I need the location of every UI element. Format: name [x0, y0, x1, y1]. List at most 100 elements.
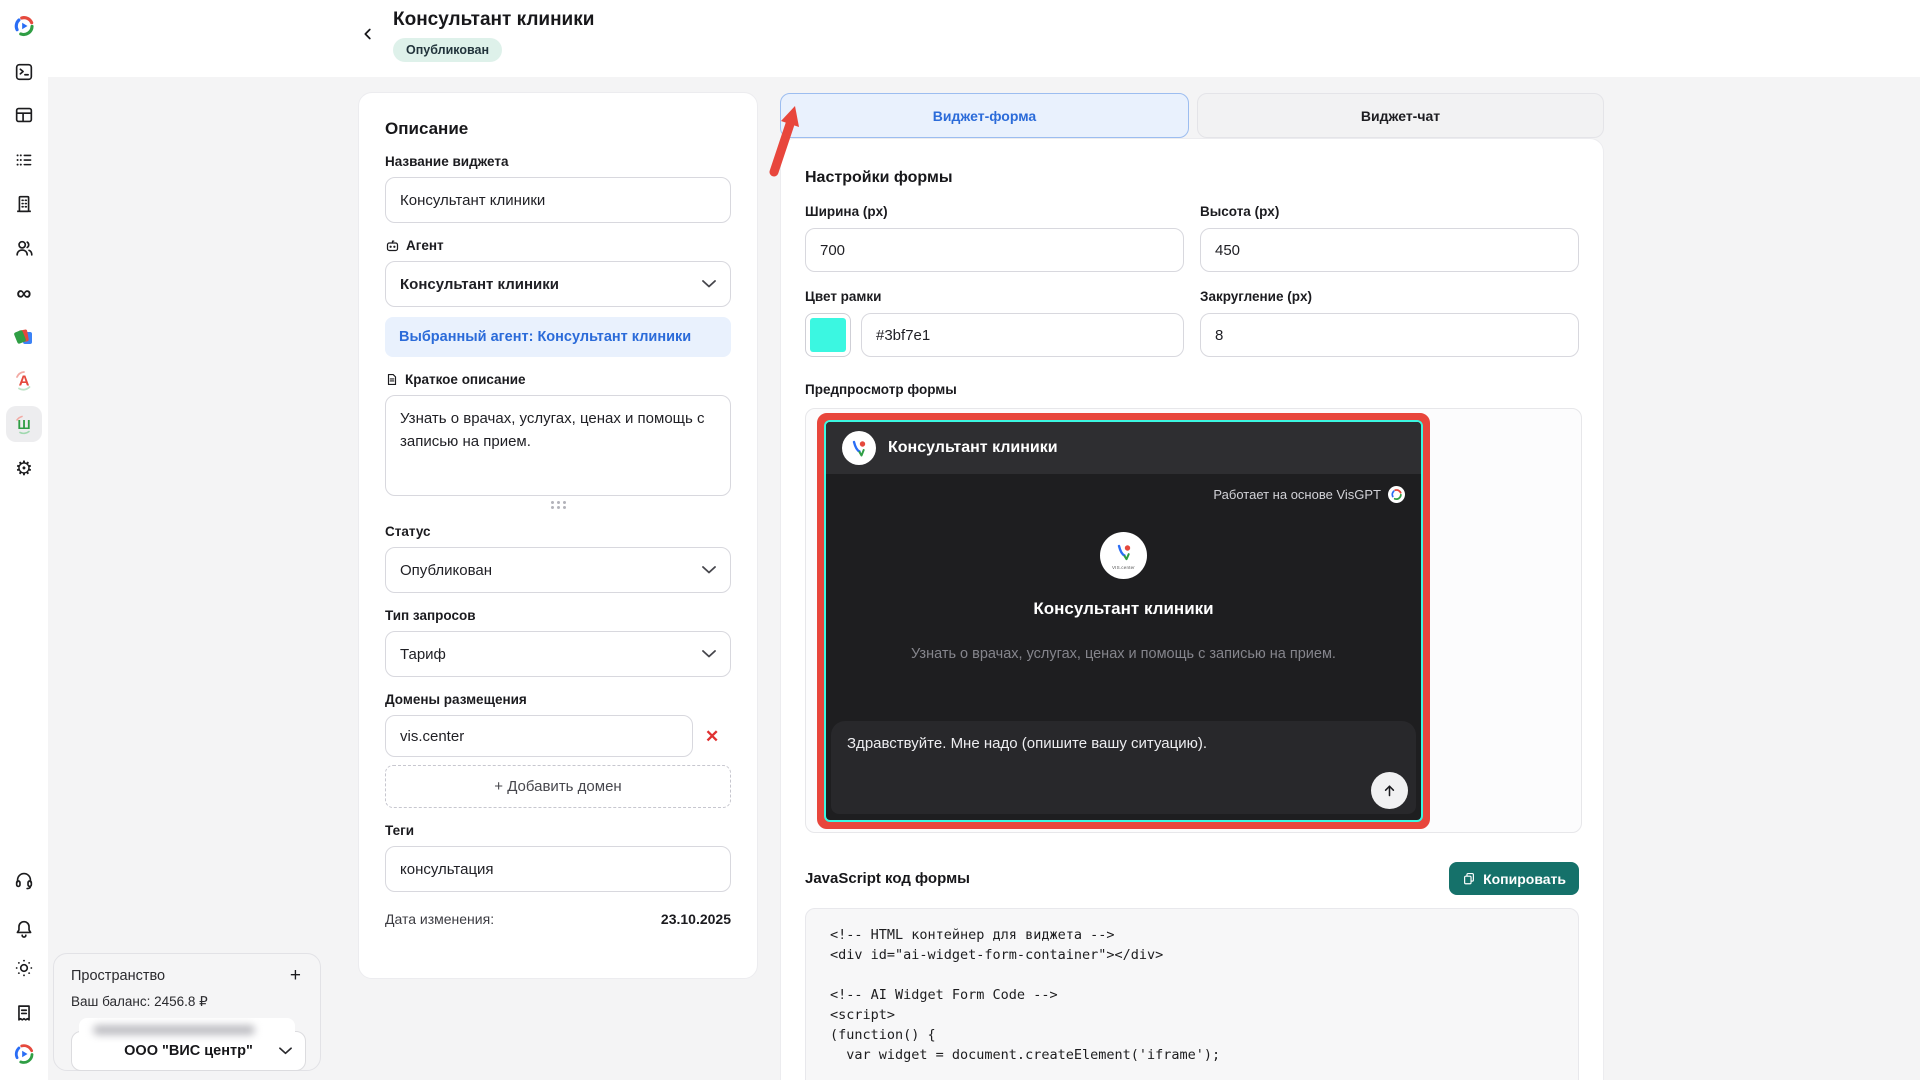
building-icon[interactable]	[12, 192, 36, 216]
chevron-down-icon	[279, 1047, 292, 1055]
agent-select[interactable]: Консультант клиники	[385, 261, 731, 307]
chevron-down-icon	[702, 566, 716, 574]
chevron-down-icon	[702, 280, 716, 288]
description-title: Описание	[385, 119, 469, 138]
agent-label: Агент	[385, 238, 731, 253]
svg-text:A: A	[19, 373, 30, 390]
widget-name-label: Название виджета	[385, 154, 509, 169]
status-select[interactable]: Опубликован	[385, 547, 731, 593]
modified-date-value: 23.10.2025	[660, 911, 731, 927]
form-settings-panel: Настройки формы Ширина (px) Высота (px) …	[780, 138, 1604, 1080]
request-type-label: Тип запросов	[385, 608, 476, 623]
settings-gear-icon[interactable]: ⚙	[12, 457, 36, 481]
workspace-title: Пространство	[71, 967, 166, 984]
code-line: <script>	[830, 1007, 896, 1023]
chevron-left-icon	[364, 28, 371, 40]
domains-label: Домены размещения	[385, 692, 527, 707]
list-icon[interactable]	[12, 148, 36, 172]
short-description-textarea[interactable]: Узнать о врачах, услугах, ценах и помощь…	[385, 395, 731, 496]
send-button[interactable]	[1371, 772, 1408, 809]
code-line: <!-- AI Widget Form Code -->	[830, 987, 1058, 1003]
widget-body: Работает на основе VisGPT VIS.center Кон…	[826, 474, 1421, 820]
domain-input[interactable]	[385, 715, 693, 757]
document-icon	[387, 373, 397, 386]
top-header: Консультант клиники Опубликован	[48, 0, 1920, 77]
sidebar: ∞ A Ш ⚙	[0, 0, 48, 1080]
code-line: (function() {	[830, 1027, 936, 1043]
tags-input[interactable]	[385, 846, 731, 892]
status-badge: Опубликован	[393, 38, 503, 62]
main-content: Описание Название виджета Агент Консульт…	[48, 77, 1920, 1080]
svg-text:Ш: Ш	[17, 417, 30, 432]
short-description-label: Краткое описание	[385, 372, 731, 387]
docs-color-icon[interactable]	[12, 324, 36, 348]
robot-icon	[386, 240, 399, 252]
widget-preview: Консультант клиники Работает на основе V…	[824, 420, 1423, 822]
code-section-title: JavaScript код формы	[805, 870, 970, 887]
notifications-bell-icon[interactable]	[12, 917, 36, 941]
code-line: var widget = document.createElement('ifr…	[830, 1047, 1221, 1063]
height-label: Высота (px)	[1200, 204, 1280, 219]
height-input[interactable]	[1200, 228, 1579, 272]
tab-widget-chat[interactable]: Виджет-чат	[1197, 93, 1604, 138]
page-title: Консультант клиники	[393, 9, 595, 30]
vis-logo-icon	[852, 440, 866, 457]
border-color-label: Цвет рамки	[805, 289, 882, 304]
widgets-icon: Ш	[16, 415, 31, 435]
back-button[interactable]	[356, 22, 380, 46]
theme-sun-icon[interactable]	[12, 956, 36, 980]
chevron-down-icon	[702, 650, 716, 658]
widget-header-title: Консультант клиники	[888, 439, 1058, 456]
infinity-icon[interactable]: ∞	[12, 281, 36, 305]
tab-widget-form[interactable]: Виджет-форма	[780, 93, 1189, 138]
code-block[interactable]: <!-- HTML контейнер для виджета --> <div…	[805, 908, 1579, 1080]
widget-input-area[interactable]: Здравствуйте. Мне надо (опишите вашу сит…	[831, 721, 1416, 814]
visgpt-mini-logo-icon	[1388, 486, 1405, 503]
arrow-up-icon	[1384, 785, 1395, 797]
logo-caption: VIS.center	[1111, 565, 1135, 570]
add-workspace-button[interactable]: +	[286, 966, 305, 985]
balance-text: Ваш баланс: 2456.8 ₽	[71, 994, 208, 1009]
status-label: Статус	[385, 524, 431, 539]
color-swatch[interactable]	[805, 313, 851, 357]
resize-handle[interactable]	[550, 501, 566, 509]
border-color-input[interactable]	[861, 313, 1184, 357]
description-panel: Описание Название виджета Агент Консульт…	[358, 92, 758, 979]
copy-code-button[interactable]: Копировать	[1449, 862, 1579, 895]
selected-agent-note: Выбранный агент: Консультант клиники	[385, 317, 731, 357]
delete-domain-icon[interactable]: ✕	[705, 728, 719, 745]
radius-label: Закругление (px)	[1200, 289, 1312, 304]
widget-center-logo: VIS.center	[1100, 532, 1147, 579]
visgpt-logo-bottom-icon[interactable]	[12, 1042, 36, 1066]
modified-date-label: Дата изменения:	[385, 911, 495, 927]
widget-center-subtitle: Узнать о врачах, услугах, ценах и помощь…	[911, 646, 1336, 662]
letter-a-color-icon[interactable]: A	[12, 368, 36, 392]
users-icon[interactable]	[12, 236, 36, 260]
annotation-red-frame: Консультант клиники Работает на основе V…	[817, 413, 1430, 829]
visgpt-logo-icon[interactable]	[12, 14, 36, 38]
widget-center-title: Консультант клиники	[1033, 599, 1214, 618]
widgets-active-item[interactable]: Ш	[6, 406, 42, 442]
copy-icon	[1464, 872, 1475, 885]
width-input[interactable]	[805, 228, 1184, 272]
billing-receipt-icon[interactable]	[12, 1001, 36, 1025]
preview-title: Предпросмотр формы	[805, 382, 957, 397]
tags-label: Теги	[385, 823, 415, 838]
terminal-icon[interactable]	[12, 60, 36, 84]
code-line: <div id="ai-widget-form-container"></div…	[830, 947, 1164, 963]
widget-name-input[interactable]	[385, 177, 731, 223]
support-headset-icon[interactable]	[12, 868, 36, 892]
powered-by: Работает на основе VisGPT	[1213, 486, 1405, 503]
form-preview-area: Консультант клиники Работает на основе V…	[805, 408, 1582, 833]
code-line: <!-- HTML контейнер для виджета -->	[830, 927, 1115, 943]
widget-avatar	[842, 431, 876, 465]
width-label: Ширина (px)	[805, 204, 888, 219]
workspace-card: Пространство + Ваш баланс: 2456.8 ₽ ООО …	[53, 953, 321, 1071]
radius-input[interactable]	[1200, 313, 1579, 357]
table-icon[interactable]	[12, 103, 36, 127]
request-type-select[interactable]: Тариф	[385, 631, 731, 677]
censored-text	[79, 1018, 295, 1043]
add-domain-button[interactable]: + Добавить домен	[385, 765, 731, 808]
widget-header: Консультант клиники	[826, 422, 1421, 474]
